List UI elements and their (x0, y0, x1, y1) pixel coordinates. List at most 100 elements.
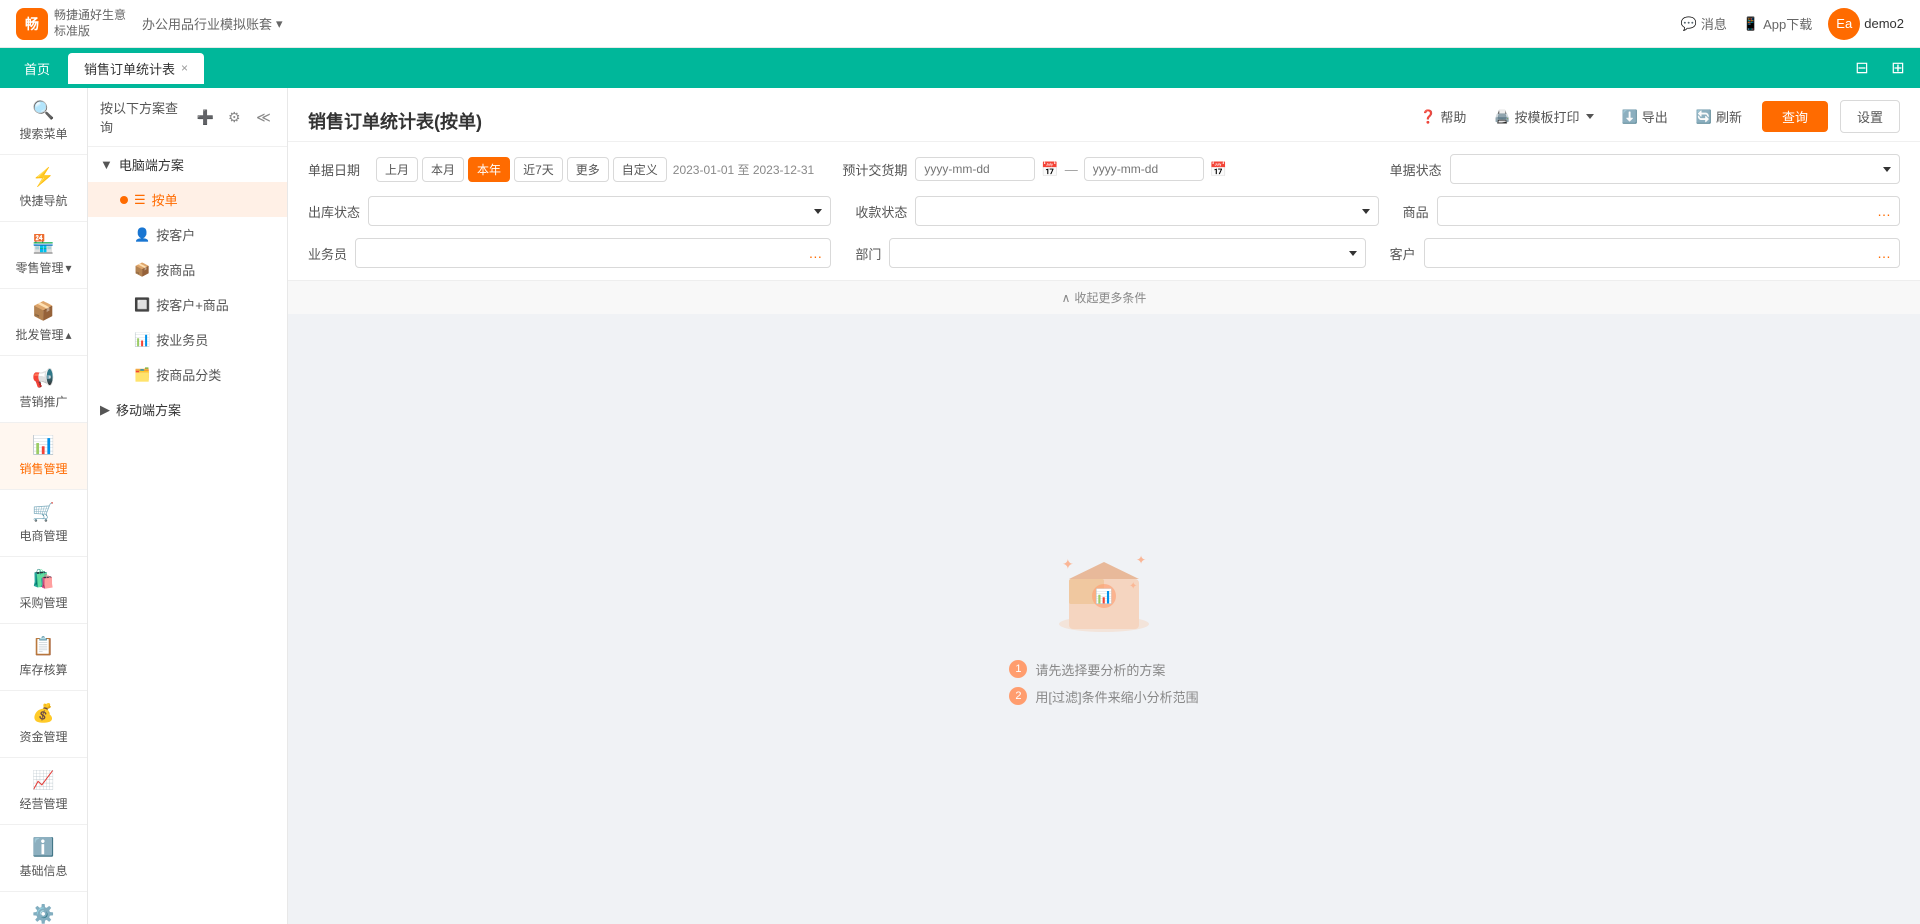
customer-more-icon: … (1877, 245, 1891, 261)
logo-text: 畅捷通好生意 标准版 (54, 8, 126, 39)
empty-tip-1: 1 请先选择要分析的方案 (1009, 660, 1198, 679)
date-btn-this-month[interactable]: 本月 (422, 157, 464, 182)
receive-status-label: 收款状态 (855, 202, 907, 221)
date-btn-more[interactable]: 更多 (567, 157, 609, 182)
message-icon: 💬 (1681, 16, 1697, 32)
expected-delivery-end-input[interactable] (1084, 157, 1204, 181)
sidebar-item-retail[interactable]: 🏪 零售管理 ▾ (0, 222, 87, 289)
export-icon: ⬇️ (1622, 109, 1638, 125)
scheme-group-header-mobile[interactable]: ▶ 移动端方案 (88, 392, 287, 427)
help-button[interactable]: ❓ 帮助 (1412, 103, 1474, 130)
minimize-button[interactable]: ⊟ (1848, 54, 1876, 82)
scheme-item-by-customer[interactable]: 👤 按客户 (88, 217, 287, 252)
scheme-item-icon-bar: 📊 (134, 332, 150, 348)
salesperson-select[interactable]: … (355, 238, 831, 268)
sales-icon: 📊 (32, 435, 54, 456)
refresh-button[interactable]: 🔄 刷新 (1688, 103, 1750, 130)
out-status-select[interactable] (368, 196, 831, 226)
purchase-icon: 🛍️ (32, 569, 54, 590)
collapse-panel-button[interactable]: ≪ (252, 105, 275, 129)
tab-home[interactable]: 首页 (8, 53, 66, 84)
scheme-item-icon-person-box: 🔲 (134, 297, 150, 313)
user-area[interactable]: Ea demo2 (1828, 8, 1904, 40)
tab-close-icon[interactable]: × (181, 61, 188, 75)
sidebar-item-sales[interactable]: 📊 销售管理 (0, 423, 87, 490)
collapse-button[interactable]: ∧ 收起更多条件 (1062, 289, 1147, 306)
sidebar-item-ecommerce[interactable]: 🛒 电商管理 (0, 490, 87, 557)
customer-select[interactable]: … (1424, 238, 1900, 268)
sidebar-item-system[interactable]: ⚙️ 系统管理 (0, 892, 87, 924)
receive-status-select[interactable] (915, 196, 1378, 226)
scheme-item-by-product[interactable]: 📦 按商品 (88, 252, 287, 287)
customer-label: 客户 (1390, 244, 1416, 263)
add-scheme-button[interactable]: ➕ (194, 105, 217, 129)
right-panel: 销售订单统计表(按单) ❓ 帮助 🖨️ 按模板打印 ⬇️ 导出 (288, 88, 1920, 924)
date-btn-custom[interactable]: 自定义 (613, 157, 667, 182)
company-selector[interactable]: 办公用品行业模拟账套 ▾ (134, 10, 291, 37)
setting-scheme-button[interactable]: ⚙ (223, 105, 246, 129)
sidebar-item-inventory[interactable]: 📋 库存核算 (0, 624, 87, 691)
export-button[interactable]: ⬇️ 导出 (1614, 103, 1676, 130)
date-btn-this-year[interactable]: 本年 (468, 157, 510, 182)
left-panel: 按以下方案查询 ➕ ⚙ ≪ ▼ 电脑端方案 ☰ 按单 👤 (88, 88, 288, 924)
department-select[interactable] (889, 238, 1365, 268)
salesperson-label: 业务员 (308, 244, 347, 263)
expected-delivery-start-input[interactable] (915, 157, 1035, 181)
scheme-item-by-customer-product[interactable]: 🔲 按客户+商品 (88, 287, 287, 322)
expand-icon: ▴ (65, 328, 71, 342)
sidebar-item-quick-nav[interactable]: ⚡ 快捷导航 (0, 155, 87, 222)
scheme-item-icon-category: 🗂️ (134, 367, 150, 383)
query-button[interactable]: 查询 (1762, 101, 1828, 132)
sidebar-item-purchase[interactable]: 🛍️ 采购管理 (0, 557, 87, 624)
expected-delivery-section: 📅 — 📅 (915, 157, 1365, 181)
message-button[interactable]: 💬 消息 (1681, 14, 1727, 33)
scheme-group-header-pc[interactable]: ▼ 电脑端方案 (88, 147, 287, 182)
product-label: 商品 (1403, 202, 1429, 221)
print-icon: 🖨️ (1494, 109, 1510, 125)
app-download-button[interactable]: 📱 App下载 (1743, 14, 1812, 33)
calendar-start-icon[interactable]: 📅 (1041, 161, 1058, 178)
product-select[interactable]: … (1437, 196, 1900, 226)
scheme-item-by-category[interactable]: 🗂️ 按商品分类 (88, 357, 287, 392)
tab-sales-order-stats[interactable]: 销售订单统计表 × (68, 53, 204, 84)
scheme-item-icon-list: ☰ (134, 192, 146, 208)
maximize-button[interactable]: ⊞ (1884, 54, 1912, 82)
refresh-icon: 🔄 (1696, 109, 1712, 125)
status-select[interactable] (1450, 154, 1900, 184)
date-btn-last-7-days[interactable]: 近7天 (514, 157, 563, 182)
empty-illustration: 📊 ✦ ✦ ✦ (1044, 524, 1164, 644)
page-title: 销售订单统计表(按单) (308, 108, 482, 134)
department-arrow-icon (1349, 251, 1357, 256)
sidebar-item-operations[interactable]: 📈 经营管理 (0, 758, 87, 825)
quick-nav-icon: ⚡ (32, 167, 54, 188)
sidebar-item-basic[interactable]: ℹ️ 基础信息 (0, 825, 87, 892)
active-dot-icon (120, 196, 128, 204)
logo-area: 畅 畅捷通好生意 标准版 (16, 8, 126, 40)
sidebar-item-search[interactable]: 🔍 搜索菜单 (0, 88, 87, 155)
sidebar-item-marketing[interactable]: 📢 营销推广 (0, 356, 87, 423)
marketing-icon: 📢 (32, 368, 54, 389)
sidebar-item-wholesale[interactable]: 📦 批发管理 ▴ (0, 289, 87, 356)
calendar-end-icon[interactable]: 📅 (1210, 161, 1227, 178)
date-btn-last-month[interactable]: 上月 (376, 157, 418, 182)
main-content: 📊 ✦ ✦ ✦ 1 请先选择要分析的方案 2 用[过滤]条件来缩 (288, 314, 1920, 924)
scheme-item-by-salesperson[interactable]: 📊 按业务员 (88, 322, 287, 357)
empty-tips: 1 请先选择要分析的方案 2 用[过滤]条件来缩小分析范围 (1009, 660, 1198, 714)
scheme-item-by-order[interactable]: ☰ 按单 (88, 182, 287, 217)
operations-icon: 📈 (32, 770, 54, 791)
status-label: 单据状态 (1390, 160, 1442, 179)
topbar-right: 💬 消息 📱 App下载 Ea demo2 (1681, 8, 1904, 40)
help-icon: ❓ (1420, 109, 1436, 125)
settings-button[interactable]: 设置 (1840, 100, 1900, 133)
group-expand-icon: ▼ (100, 157, 113, 172)
print-button[interactable]: 🖨️ 按模板打印 (1486, 103, 1601, 130)
out-status-arrow-icon (814, 209, 822, 214)
search-icon: 🔍 (32, 100, 54, 121)
topbar-left: 畅 畅捷通好生意 标准版 办公用品行业模拟账套 ▾ (16, 8, 291, 40)
phone-icon: 📱 (1743, 16, 1759, 32)
sidebar-item-finance[interactable]: 💰 资金管理 (0, 691, 87, 758)
print-dropdown-icon (1586, 114, 1594, 119)
collapse-row[interactable]: ∧ 收起更多条件 (288, 280, 1920, 314)
status-select-arrow-icon (1883, 167, 1891, 172)
main-layout: 🔍 搜索菜单 ⚡ 快捷导航 🏪 零售管理 ▾ 📦 批发管理 ▴ 📢 营销推广 (0, 88, 1920, 924)
